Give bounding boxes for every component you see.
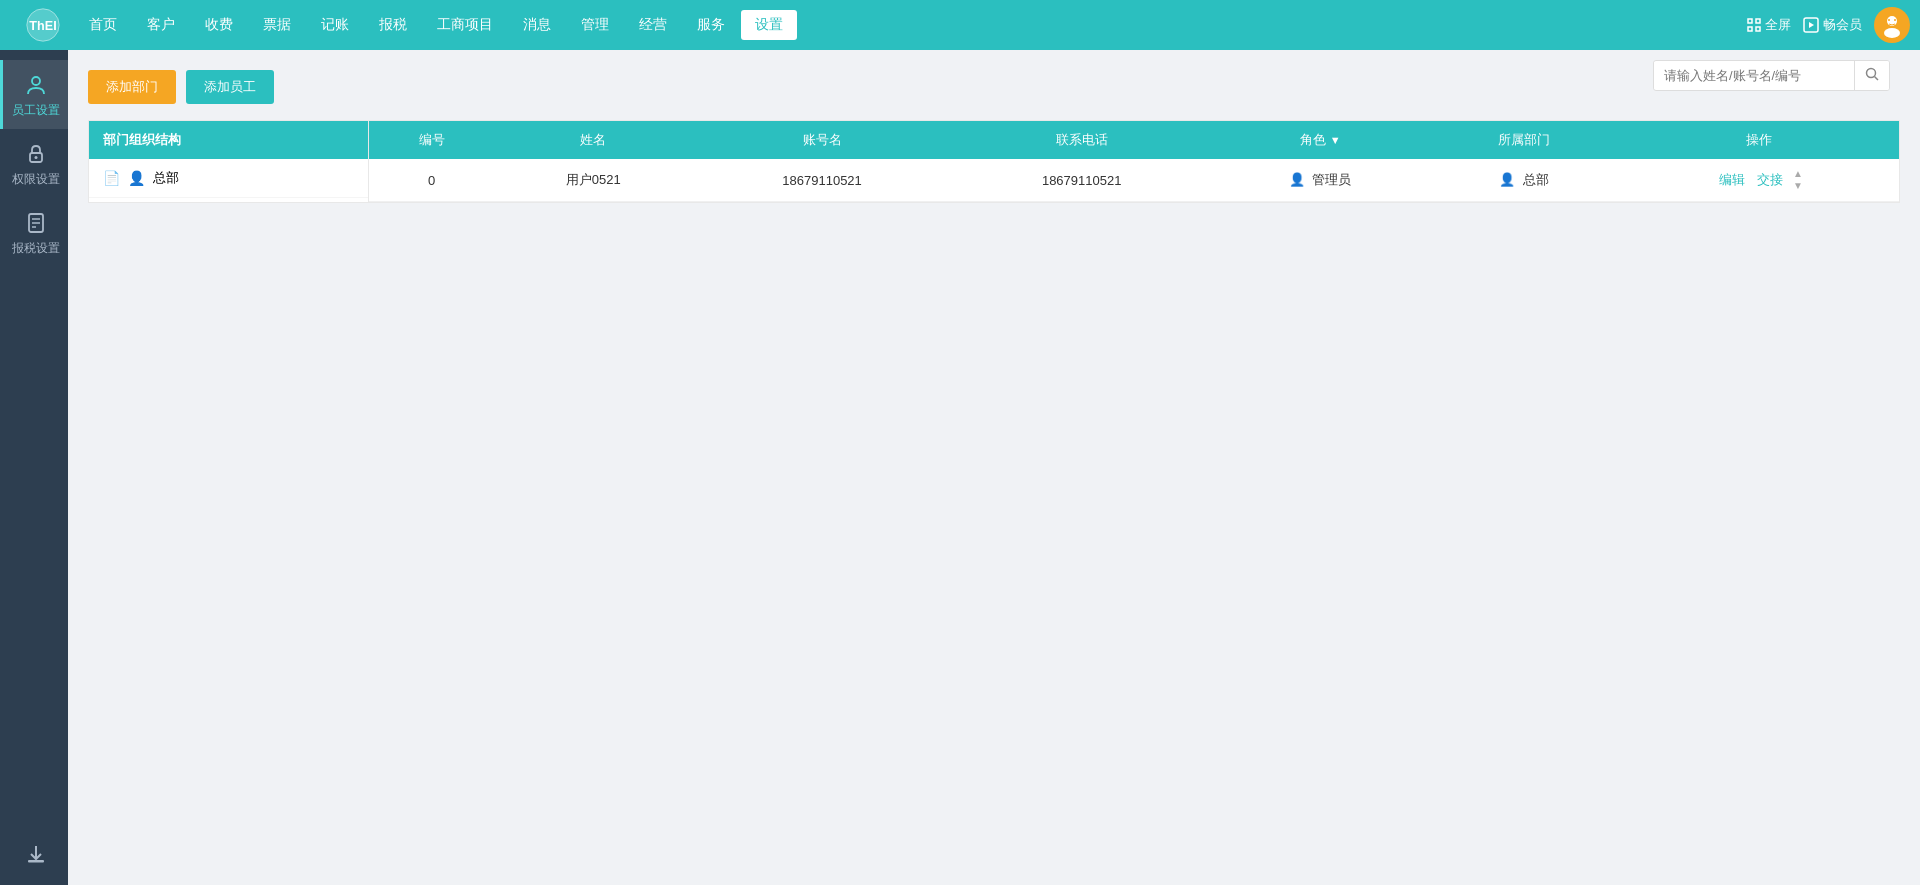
svg-text:ThEI: ThEI [29, 19, 56, 33]
sidebar-item-permission[interactable]: 权限设置 [0, 129, 68, 198]
nav-tax[interactable]: 报税 [365, 10, 421, 40]
nav-bookkeeping[interactable]: 记账 [307, 10, 363, 40]
content-wrapper: 部门组织结构 📄 👤 总部 编号 姓名 账号名 联系电话 [88, 120, 1900, 203]
th-account: 账号名 [692, 121, 952, 159]
handover-link[interactable]: 交接 [1757, 171, 1783, 189]
th-phone: 联系电话 [952, 121, 1212, 159]
employee-table-wrapper: 编号 姓名 账号名 联系电话 角色 ▼ 所属部门 操作 [369, 121, 1899, 202]
svg-rect-2 [1748, 19, 1752, 23]
fullscreen-button[interactable]: 全屏 [1747, 16, 1791, 34]
dept-tree-item[interactable]: 📄 👤 总部 [89, 159, 368, 198]
svg-point-10 [1888, 19, 1890, 21]
download-icon [25, 843, 47, 865]
sidebar-item-tax-label: 报税设置 [12, 240, 60, 257]
sidebar-item-permission-label: 权限设置 [12, 171, 60, 188]
table-row: 0 用户0521 18679110521 18679110521 👤 管理员 👤… [369, 159, 1899, 202]
sidebar-item-tax-settings[interactable]: 报税设置 [0, 198, 68, 267]
svg-line-22 [1875, 77, 1879, 81]
svg-point-21 [1867, 69, 1876, 78]
nav-message[interactable]: 消息 [509, 10, 565, 40]
top-navigation: ThEI 首页 客户 收费 票据 记账 报税 工商项目 消息 管理 经营 服务 … [0, 0, 1920, 50]
search-button[interactable] [1854, 61, 1889, 90]
avatar-icon [1878, 11, 1906, 39]
dept-person-icon: 👤 [128, 170, 145, 186]
scroll-down[interactable]: ▼ [1793, 181, 1803, 191]
search-icon [1865, 67, 1879, 81]
cell-id: 0 [369, 159, 494, 202]
add-employee-button[interactable]: 添加员工 [186, 70, 274, 104]
svg-rect-5 [1756, 27, 1760, 31]
fullscreen-icon [1747, 18, 1761, 32]
top-right-area: 全屏 畅会员 [1747, 7, 1910, 43]
table-header: 编号 姓名 账号名 联系电话 角色 ▼ 所属部门 操作 [369, 121, 1899, 159]
sidebar-item-employee-label: 员工设置 [12, 102, 60, 119]
nav-invoice[interactable]: 票据 [249, 10, 305, 40]
file-icon: 📄 [103, 170, 120, 186]
play-icon [1803, 17, 1819, 33]
table-body: 0 用户0521 18679110521 18679110521 👤 管理员 👤… [369, 159, 1899, 202]
svg-point-12 [32, 77, 40, 85]
cell-role: 👤 管理员 [1211, 159, 1428, 202]
nav-operation[interactable]: 经营 [625, 10, 681, 40]
department-tree: 部门组织结构 📄 👤 总部 [89, 121, 369, 202]
app-logo[interactable]: ThEI [10, 7, 75, 43]
cell-ops: 编辑 交接 ▲ ▼ [1619, 159, 1899, 202]
svg-rect-4 [1748, 27, 1752, 31]
edit-link[interactable]: 编辑 [1719, 171, 1745, 189]
search-bar [1653, 60, 1890, 91]
svg-point-14 [34, 156, 37, 159]
op-cell: 编辑 交接 ▲ ▼ [1631, 169, 1887, 191]
role-icon: 👤 [1289, 172, 1305, 187]
th-ops: 操作 [1619, 121, 1899, 159]
nav-settings[interactable]: 设置 [741, 10, 797, 40]
dept-tree-header: 部门组织结构 [89, 121, 368, 159]
cell-account: 18679110521 [692, 159, 952, 202]
role-filter-header: 角色 ▼ [1300, 131, 1341, 149]
filter-icon: ▼ [1330, 134, 1341, 146]
svg-marker-7 [1809, 22, 1814, 28]
person-icon [25, 74, 47, 96]
sidebar-item-employee[interactable]: 员工设置 [0, 60, 68, 129]
cell-dept: 👤 总部 [1429, 159, 1620, 202]
lock-icon [25, 143, 47, 165]
nav-management[interactable]: 管理 [567, 10, 623, 40]
main-content: 添加部门 添加员工 部门组织结构 📄 👤 总部 编号 姓名 账号名 联系电话 [68, 50, 1920, 885]
svg-point-11 [1894, 19, 1896, 21]
dept-row-icon: 👤 [1499, 172, 1515, 187]
left-sidebar: 员工设置 权限设置 报税设置 [0, 50, 68, 885]
cell-name: 用户0521 [494, 159, 692, 202]
nav-customer[interactable]: 客户 [133, 10, 189, 40]
nav-menu: 首页 客户 收费 票据 记账 报税 工商项目 消息 管理 经营 服务 设置 [75, 10, 1747, 40]
report-icon [25, 212, 47, 234]
search-input[interactable] [1654, 62, 1854, 89]
nav-billing[interactable]: 收费 [191, 10, 247, 40]
employee-table: 编号 姓名 账号名 联系电话 角色 ▼ 所属部门 操作 [369, 121, 1899, 202]
nav-business[interactable]: 工商项目 [423, 10, 507, 40]
scroll-controls: ▲ ▼ [1793, 169, 1803, 191]
svg-rect-3 [1756, 19, 1760, 23]
sidebar-item-download[interactable] [0, 829, 68, 875]
th-dept: 所属部门 [1429, 121, 1620, 159]
th-id: 编号 [369, 121, 494, 159]
add-department-button[interactable]: 添加部门 [88, 70, 176, 104]
user-avatar[interactable] [1874, 7, 1910, 43]
cell-phone: 18679110521 [952, 159, 1212, 202]
th-role[interactable]: 角色 ▼ [1211, 121, 1428, 159]
member-button[interactable]: 畅会员 [1803, 16, 1862, 34]
nav-home[interactable]: 首页 [75, 10, 131, 40]
dept-name: 总部 [153, 169, 179, 187]
scroll-up[interactable]: ▲ [1793, 169, 1803, 179]
th-name: 姓名 [494, 121, 692, 159]
action-bar: 添加部门 添加员工 [88, 70, 1900, 104]
nav-service[interactable]: 服务 [683, 10, 739, 40]
svg-point-9 [1884, 28, 1900, 38]
